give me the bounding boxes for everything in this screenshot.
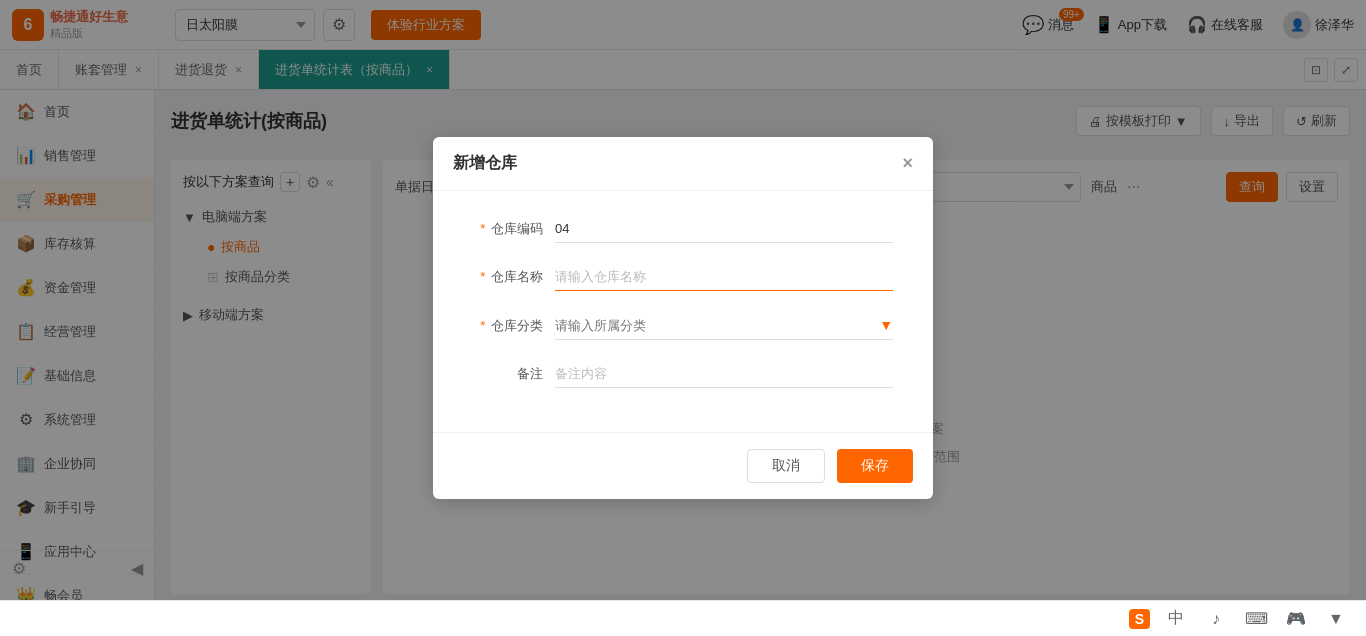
form-row-name: * 仓库名称 bbox=[473, 263, 893, 291]
dialog-header: 新增仓库 × bbox=[433, 137, 933, 191]
category-dropdown-icon[interactable]: ▼ bbox=[879, 317, 893, 333]
dropdown-icon[interactable]: ▼ bbox=[1322, 605, 1350, 633]
warehouse-remark-input[interactable] bbox=[555, 360, 893, 388]
required-star-category: * bbox=[480, 318, 485, 333]
dialog-close-btn[interactable]: × bbox=[902, 153, 913, 174]
form-row-code: * 仓库编码 bbox=[473, 215, 893, 243]
form-label-name: * 仓库名称 bbox=[473, 268, 543, 286]
chinese-input-icon[interactable]: 中 bbox=[1162, 605, 1190, 633]
warehouse-category-select[interactable]: ▼ bbox=[555, 311, 893, 340]
warehouse-category-input[interactable] bbox=[555, 318, 879, 333]
s-logo: S bbox=[1129, 609, 1150, 629]
dialog-footer: 取消 保存 bbox=[433, 432, 933, 499]
save-button[interactable]: 保存 bbox=[837, 449, 913, 483]
gamepad-icon[interactable]: 🎮 bbox=[1282, 605, 1310, 633]
dialog-title: 新增仓库 bbox=[453, 153, 517, 174]
keyboard-icon[interactable]: ⌨ bbox=[1242, 605, 1270, 633]
warehouse-name-input[interactable] bbox=[555, 263, 893, 291]
bottom-bar: S 中 ♪ ⌨ 🎮 ▼ bbox=[0, 600, 1366, 636]
form-row-remark: 备注 bbox=[473, 360, 893, 388]
form-label-code: * 仓库编码 bbox=[473, 220, 543, 238]
modal-overlay[interactable]: 新增仓库 × * 仓库编码 * 仓库名称 bbox=[0, 0, 1366, 636]
cancel-button[interactable]: 取消 bbox=[747, 449, 825, 483]
sound-icon[interactable]: ♪ bbox=[1202, 605, 1230, 633]
dialog-add-warehouse: 新增仓库 × * 仓库编码 * 仓库名称 bbox=[433, 137, 933, 499]
required-star-code: * bbox=[480, 221, 485, 236]
required-star-name: * bbox=[480, 269, 485, 284]
form-label-category: * 仓库分类 bbox=[473, 317, 543, 335]
form-label-remark: 备注 bbox=[473, 365, 543, 383]
dialog-body: * 仓库编码 * 仓库名称 * 仓库分类 bbox=[433, 191, 933, 432]
warehouse-code-input[interactable] bbox=[555, 215, 893, 243]
form-row-category: * 仓库分类 ▼ bbox=[473, 311, 893, 340]
